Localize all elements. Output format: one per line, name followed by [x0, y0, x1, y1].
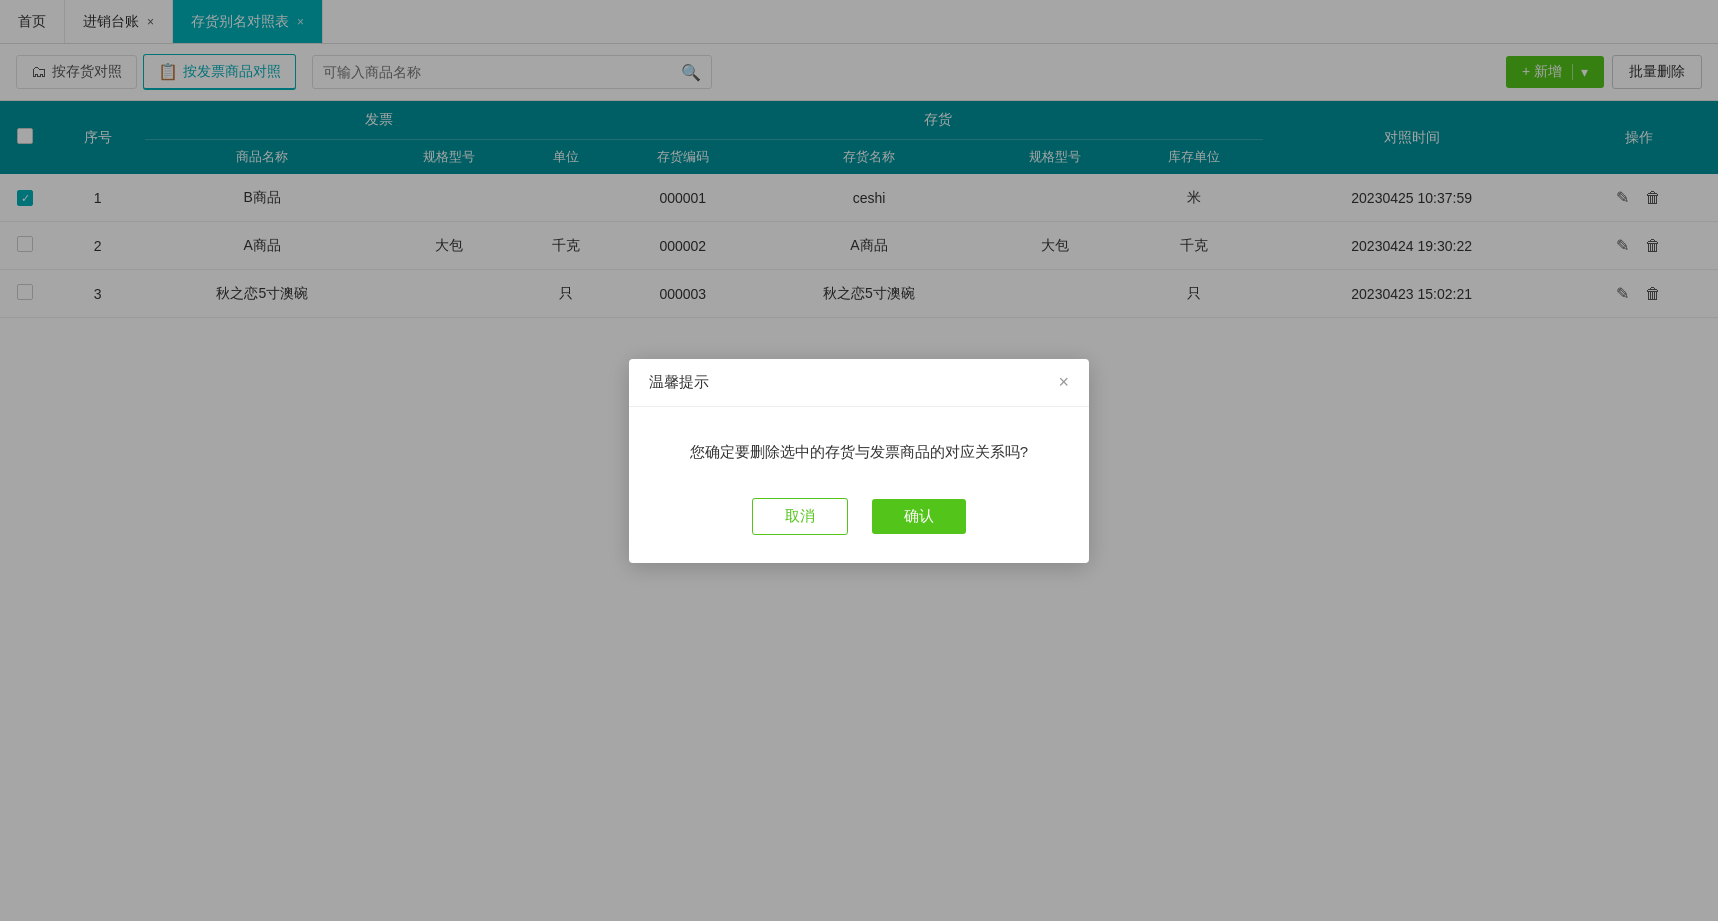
modal-close-button[interactable]: ×: [1058, 373, 1069, 391]
modal-message: 您确定要删除选中的存货与发票商品的对应关系吗?: [690, 443, 1028, 460]
modal-body: 您确定要删除选中的存货与发票商品的对应关系吗?: [629, 407, 1089, 490]
modal-confirm-button[interactable]: 确认: [872, 499, 966, 534]
modal-title: 温馨提示: [649, 373, 709, 392]
modal-cancel-button[interactable]: 取消: [752, 498, 848, 535]
modal-dialog: 温馨提示 × 您确定要删除选中的存货与发票商品的对应关系吗? 取消 确认: [629, 359, 1089, 563]
modal-footer: 取消 确认: [629, 490, 1089, 563]
modal-header: 温馨提示 ×: [629, 359, 1089, 407]
modal-overlay: 温馨提示 × 您确定要删除选中的存货与发票商品的对应关系吗? 取消 确认: [0, 0, 1718, 921]
